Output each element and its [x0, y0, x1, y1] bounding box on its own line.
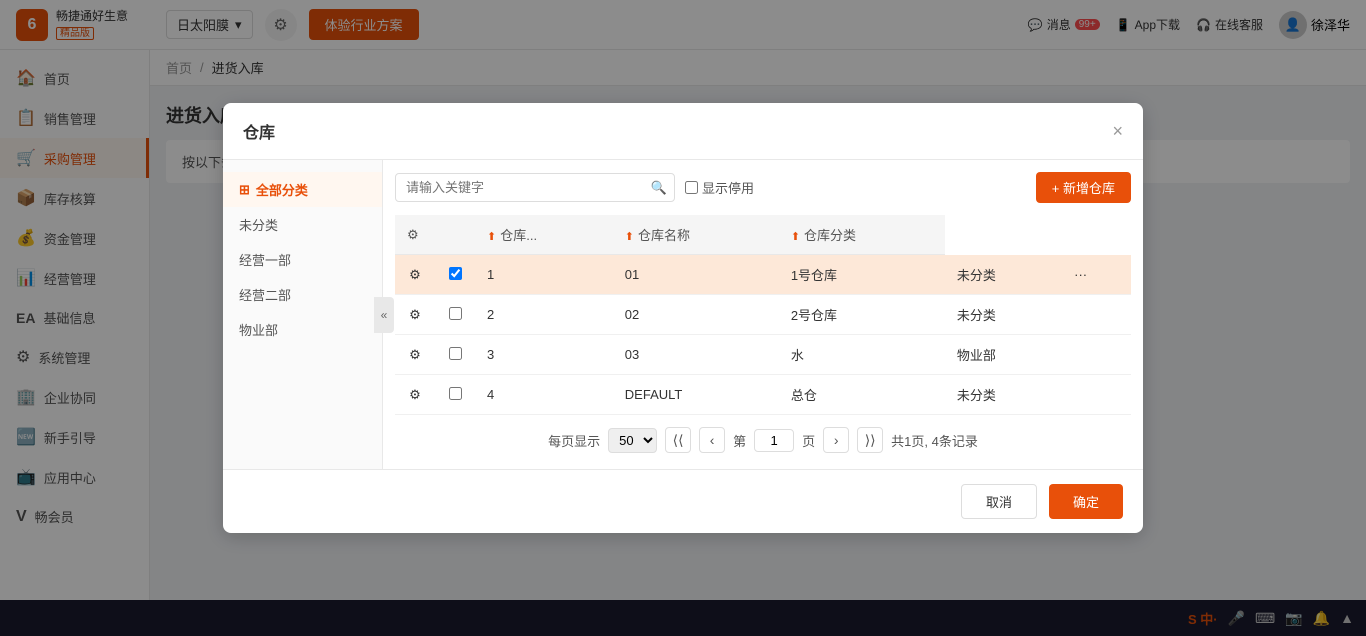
pagination-bar: 每页显示 50 ⟨⟨ ‹ 第 页 › — [395, 415, 1131, 457]
row-code: 01 — [613, 255, 779, 295]
table-row[interactable]: ⚙ 1 01 1号仓库 未分类 ··· — [395, 255, 1131, 295]
row-more[interactable] — [1062, 295, 1131, 335]
table-body: ⚙ 1 01 1号仓库 未分类 ··· ⚙ 2 02 — [395, 255, 1131, 415]
prev-page-button[interactable]: ‹ — [699, 427, 725, 453]
row-category: 未分类 — [945, 375, 1062, 415]
row-name: 1号仓库 — [779, 255, 945, 295]
row-category: 未分类 — [945, 255, 1062, 295]
last-page-button[interactable]: ⟩⟩ — [857, 427, 883, 453]
table-row[interactable]: ⚙ 4 DEFAULT 总仓 未分类 — [395, 375, 1131, 415]
col-header-check — [435, 215, 475, 255]
grid-icon: ⊞ — [239, 182, 250, 198]
per-page-select[interactable]: 50 — [608, 428, 657, 453]
modal-title: 仓库 — [243, 119, 275, 143]
warehouse-table: ⚙ ⬆仓库... ⬆仓库名称 ⬆仓库分类 ⚙ 1 01 — [395, 215, 1131, 415]
row-num: 3 — [475, 335, 613, 375]
row-category: 未分类 — [945, 295, 1062, 335]
modal-overlay: 仓库 × ⊞ 全部分类 未分类 经营一部 经营二部 物业部 « — [0, 0, 1366, 636]
category-item-unclassified[interactable]: 未分类 — [223, 207, 382, 242]
search-icon[interactable]: 🔍 — [651, 180, 667, 196]
add-warehouse-button[interactable]: + 新增仓库 — [1036, 172, 1131, 203]
row-check[interactable] — [435, 295, 475, 335]
table-head: ⚙ ⬆仓库... ⬆仓库名称 ⬆仓库分类 — [395, 215, 1131, 255]
category-item-property[interactable]: 物业部 — [223, 312, 382, 347]
row-gear: ⚙ — [395, 335, 435, 375]
row-num: 1 — [475, 255, 613, 295]
col-header-category: ⬆仓库分类 — [779, 215, 945, 255]
category-all[interactable]: ⊞ 全部分类 — [223, 172, 382, 207]
table-panel: 🔍 显示停用 + 新增仓库 ⚙ ⬆仓库... — [383, 160, 1143, 469]
table-row[interactable]: ⚙ 3 03 水 物业部 — [395, 335, 1131, 375]
row-name: 2号仓库 — [779, 295, 945, 335]
table-row[interactable]: ⚙ 2 02 2号仓库 未分类 — [395, 295, 1131, 335]
col-header-gear: ⚙ — [395, 215, 435, 255]
row-name: 水 — [779, 335, 945, 375]
row-category: 物业部 — [945, 335, 1062, 375]
row-check[interactable] — [435, 255, 475, 295]
col-header-code: ⬆仓库... — [475, 215, 613, 255]
category-item-dept1[interactable]: 经营一部 — [223, 242, 382, 277]
category-item-dept2[interactable]: 经营二部 — [223, 277, 382, 312]
search-input[interactable] — [395, 173, 675, 202]
row-check[interactable] — [435, 335, 475, 375]
row-more[interactable] — [1062, 335, 1131, 375]
row-check[interactable] — [435, 375, 475, 415]
row-gear: ⚙ — [395, 255, 435, 295]
row-gear: ⚙ — [395, 375, 435, 415]
first-page-button[interactable]: ⟨⟨ — [665, 427, 691, 453]
close-icon[interactable]: × — [1112, 122, 1123, 140]
row-num: 4 — [475, 375, 613, 415]
cancel-button[interactable]: 取消 — [961, 484, 1037, 519]
table-toolbar: 🔍 显示停用 + 新增仓库 — [395, 172, 1131, 203]
collapse-button[interactable]: « — [374, 297, 394, 333]
row-gear: ⚙ — [395, 295, 435, 335]
row-name: 总仓 — [779, 375, 945, 415]
next-page-button[interactable]: › — [823, 427, 849, 453]
row-more[interactable]: ··· — [1062, 255, 1131, 295]
row-more[interactable] — [1062, 375, 1131, 415]
col-header-name: ⬆仓库名称 — [613, 215, 779, 255]
modal-header: 仓库 × — [223, 103, 1143, 160]
row-num: 2 — [475, 295, 613, 335]
category-panel: ⊞ 全部分类 未分类 经营一部 经营二部 物业部 « — [223, 160, 383, 469]
show-disabled-checkbox[interactable] — [685, 181, 698, 194]
modal-body: ⊞ 全部分类 未分类 经营一部 经营二部 物业部 « 🔍 — [223, 160, 1143, 469]
page-input[interactable] — [754, 429, 794, 452]
show-disabled-label[interactable]: 显示停用 — [685, 178, 754, 197]
modal-footer: 取消 确定 — [223, 469, 1143, 533]
row-code: DEFAULT — [613, 375, 779, 415]
confirm-button[interactable]: 确定 — [1049, 484, 1123, 519]
warehouse-modal: 仓库 × ⊞ 全部分类 未分类 经营一部 经营二部 物业部 « — [223, 103, 1143, 533]
row-code: 02 — [613, 295, 779, 335]
search-wrap: 🔍 — [395, 173, 675, 202]
row-code: 03 — [613, 335, 779, 375]
